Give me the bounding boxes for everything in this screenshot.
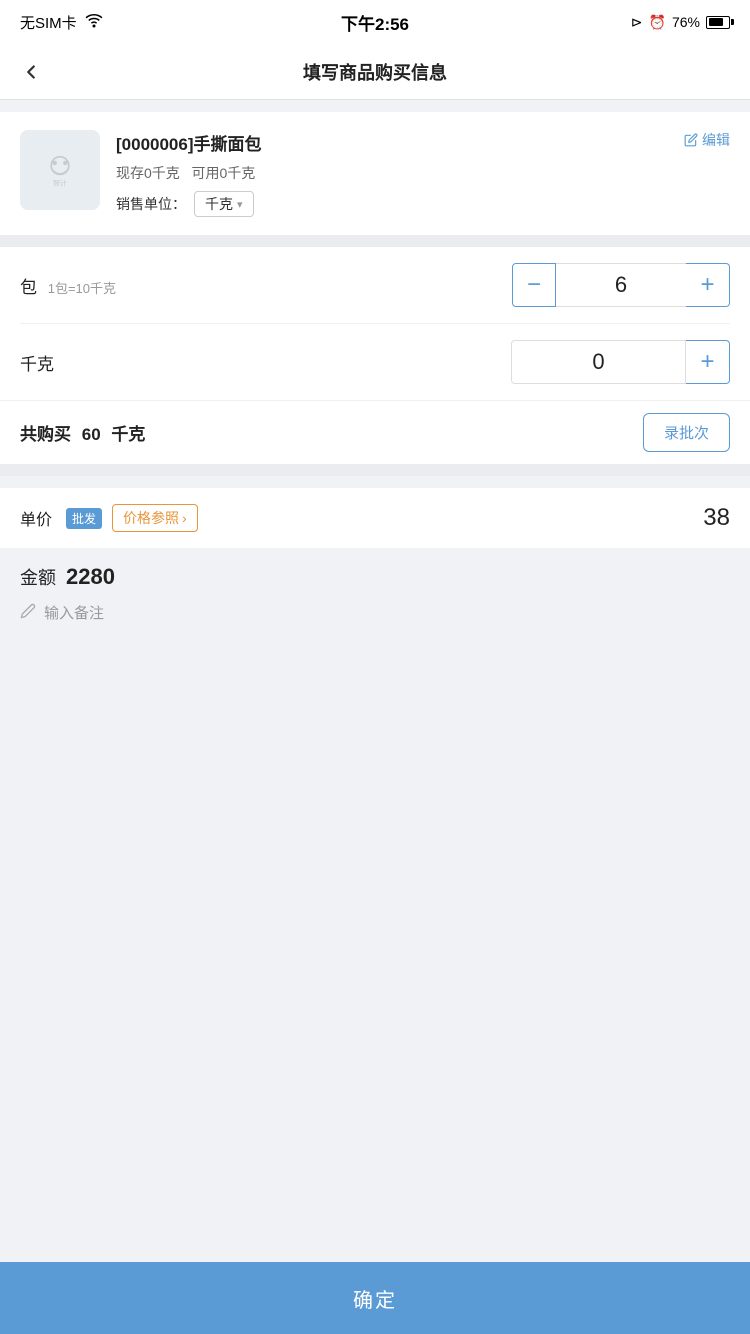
bao-quantity-controls: − +	[512, 263, 730, 307]
bao-label-text: 包	[20, 278, 37, 297]
chevron-down-icon: ▾	[237, 198, 243, 211]
product-stock: 现存0千克 可用0千克	[116, 163, 730, 183]
status-time: 下午2:56	[341, 10, 409, 35]
price-value: 38	[703, 504, 730, 532]
confirm-button[interactable]: 确定	[0, 1262, 750, 1334]
product-card: 智计 [0000006]手撕面包 现存0千克 可用0千克 销售单位： 千克 ▾ …	[0, 112, 750, 235]
unit-selector[interactable]: 千克 ▾	[194, 191, 254, 217]
wifi-icon	[85, 11, 103, 33]
note-row[interactable]: 输入备注	[20, 602, 730, 623]
kg-label: 千克	[20, 350, 511, 375]
back-button[interactable]	[20, 61, 42, 83]
stock-text: 现存0千克	[116, 165, 180, 181]
edit-label: 编辑	[702, 130, 730, 150]
price-ref-label: 价格参照	[123, 508, 179, 528]
amount-label: 金额	[20, 564, 56, 590]
total-amount: 60	[82, 425, 101, 444]
product-image: 智计	[20, 130, 100, 210]
status-bar: 无SIM卡 下午2:56 ⊳ ⏰ 76%	[0, 0, 750, 44]
total-row: 共购买 60 千克 录批次	[0, 400, 750, 464]
price-section: 单价 批发 价格参照 › 38	[0, 488, 750, 548]
price-ref-arrow: ›	[182, 510, 187, 526]
unit-label: 销售单位：	[116, 194, 186, 214]
amount-value: 2280	[66, 564, 115, 590]
product-unit-row: 销售单位： 千克 ▾	[116, 191, 730, 217]
kg-plus-button[interactable]: +	[686, 340, 730, 384]
carrier-text: 无SIM卡	[20, 12, 77, 33]
product-logo-icon: 智计	[38, 148, 82, 192]
kg-controls: +	[511, 340, 730, 384]
status-left: 无SIM卡	[20, 11, 103, 33]
available-text: 可用0千克	[191, 165, 255, 181]
pencil-icon	[20, 603, 36, 623]
product-info: [0000006]手撕面包 现存0千克 可用0千克 销售单位： 千克 ▾	[116, 130, 730, 217]
batch-button[interactable]: 录批次	[643, 413, 730, 452]
bao-label: 包 1包=10千克	[20, 273, 512, 298]
svg-text:智计: 智计	[53, 178, 67, 187]
bao-minus-button[interactable]: −	[512, 263, 556, 307]
section-divider-1	[0, 235, 750, 247]
price-ref-button[interactable]: 价格参照 ›	[112, 504, 198, 532]
quantity-section: 包 1包=10千克 − + 千克 +	[0, 247, 750, 400]
alarm-icon: ⏰	[649, 14, 666, 31]
total-prefix: 共购买	[20, 425, 71, 444]
battery-icon	[706, 16, 730, 29]
unit-value: 千克	[205, 194, 233, 214]
status-right: ⊳ ⏰ 76%	[631, 14, 730, 31]
page-title: 填写商品购买信息	[303, 59, 447, 85]
product-name: [0000006]手撕面包	[116, 130, 730, 155]
edit-icon	[684, 133, 698, 147]
bottom-area	[0, 631, 750, 1334]
amount-section: 金额 2280 输入备注	[0, 548, 750, 631]
total-unit: 千克	[111, 425, 145, 444]
amount-row: 金额 2280	[20, 564, 730, 590]
kg-quantity-row: 千克 +	[20, 324, 730, 400]
bao-conversion: 1包=10千克	[48, 281, 116, 296]
section-divider-2	[0, 464, 750, 476]
note-placeholder: 输入备注	[44, 602, 104, 623]
total-text: 共购买 60 千克	[20, 420, 145, 445]
edit-button[interactable]: 编辑	[684, 130, 730, 150]
nav-bar: 填写商品购买信息	[0, 44, 750, 100]
location-icon: ⊳	[631, 14, 643, 31]
price-badge: 批发	[66, 508, 102, 529]
bao-quantity-input[interactable]	[556, 263, 686, 307]
kg-quantity-input[interactable]	[511, 340, 686, 384]
price-label: 单价	[20, 506, 52, 530]
bao-plus-button[interactable]: +	[686, 263, 730, 307]
battery-percent: 76%	[672, 14, 700, 30]
bao-quantity-row: 包 1包=10千克 − +	[20, 247, 730, 324]
